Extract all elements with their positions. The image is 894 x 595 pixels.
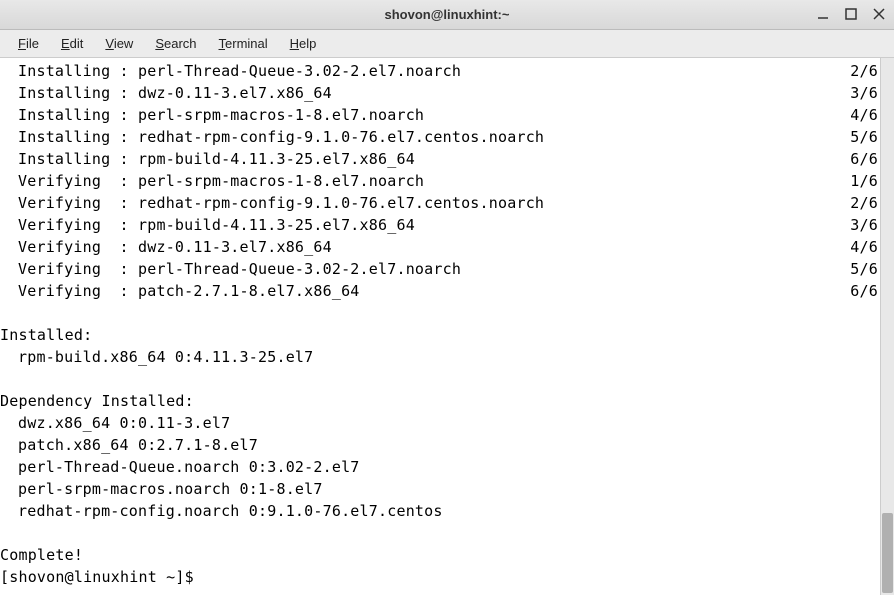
titlebar: shovon@linuxhint:~ [0, 0, 894, 30]
terminal-line: Verifying : rpm-build-4.11.3-25.el7.x86_… [0, 214, 890, 236]
window-title: shovon@linuxhint:~ [385, 7, 510, 22]
terminal-line: Installing : perl-Thread-Queue-3.02-2.el… [0, 60, 890, 82]
terminal-line: Verifying : perl-Thread-Queue-3.02-2.el7… [0, 258, 890, 280]
minimize-button[interactable] [814, 5, 832, 23]
terminal-line: perl-srpm-macros.noarch 0:1-8.el7 [0, 478, 890, 500]
terminal-line: Complete! [0, 544, 890, 566]
terminal-line: perl-Thread-Queue.noarch 0:3.02-2.el7 [0, 456, 890, 478]
menu-terminal[interactable]: Terminal [209, 32, 278, 55]
menu-view[interactable]: View [95, 32, 143, 55]
terminal-line [0, 522, 890, 544]
close-button[interactable] [870, 5, 888, 23]
menubar: File Edit View Search Terminal Help [0, 30, 894, 58]
terminal-line: Installed: [0, 324, 890, 346]
terminal-line [0, 368, 890, 390]
menu-search[interactable]: Search [145, 32, 206, 55]
terminal-line: Installing : redhat-rpm-config-9.1.0-76.… [0, 126, 890, 148]
window-controls [814, 5, 888, 23]
terminal-line: rpm-build.x86_64 0:4.11.3-25.el7 [0, 346, 890, 368]
terminal-prompt: [shovon@linuxhint ~]$ [0, 566, 890, 588]
menu-help[interactable]: Help [280, 32, 327, 55]
terminal-line: dwz.x86_64 0:0.11-3.el7 [0, 412, 890, 434]
terminal-line: Verifying : perl-srpm-macros-1-8.el7.noa… [0, 170, 890, 192]
menu-file[interactable]: File [8, 32, 49, 55]
terminal-line: patch.x86_64 0:2.7.1-8.el7 [0, 434, 890, 456]
maximize-button[interactable] [842, 5, 860, 23]
terminal-line: redhat-rpm-config.noarch 0:9.1.0-76.el7.… [0, 500, 890, 522]
terminal-line: Verifying : patch-2.7.1-8.el7.x86_646/6 [0, 280, 890, 302]
terminal-line: Verifying : redhat-rpm-config-9.1.0-76.e… [0, 192, 890, 214]
terminal-line: Installing : dwz-0.11-3.el7.x86_643/6 [0, 82, 890, 104]
terminal-line: Installing : rpm-build-4.11.3-25.el7.x86… [0, 148, 890, 170]
terminal-line: Installing : perl-srpm-macros-1-8.el7.no… [0, 104, 890, 126]
scrollbar-thumb[interactable] [882, 513, 893, 593]
terminal-line: Dependency Installed: [0, 390, 890, 412]
terminal-line: Verifying : dwz-0.11-3.el7.x86_644/6 [0, 236, 890, 258]
menu-edit[interactable]: Edit [51, 32, 93, 55]
scrollbar[interactable] [880, 58, 894, 595]
terminal[interactable]: Installing : perl-Thread-Queue-3.02-2.el… [0, 58, 894, 595]
terminal-line [0, 302, 890, 324]
